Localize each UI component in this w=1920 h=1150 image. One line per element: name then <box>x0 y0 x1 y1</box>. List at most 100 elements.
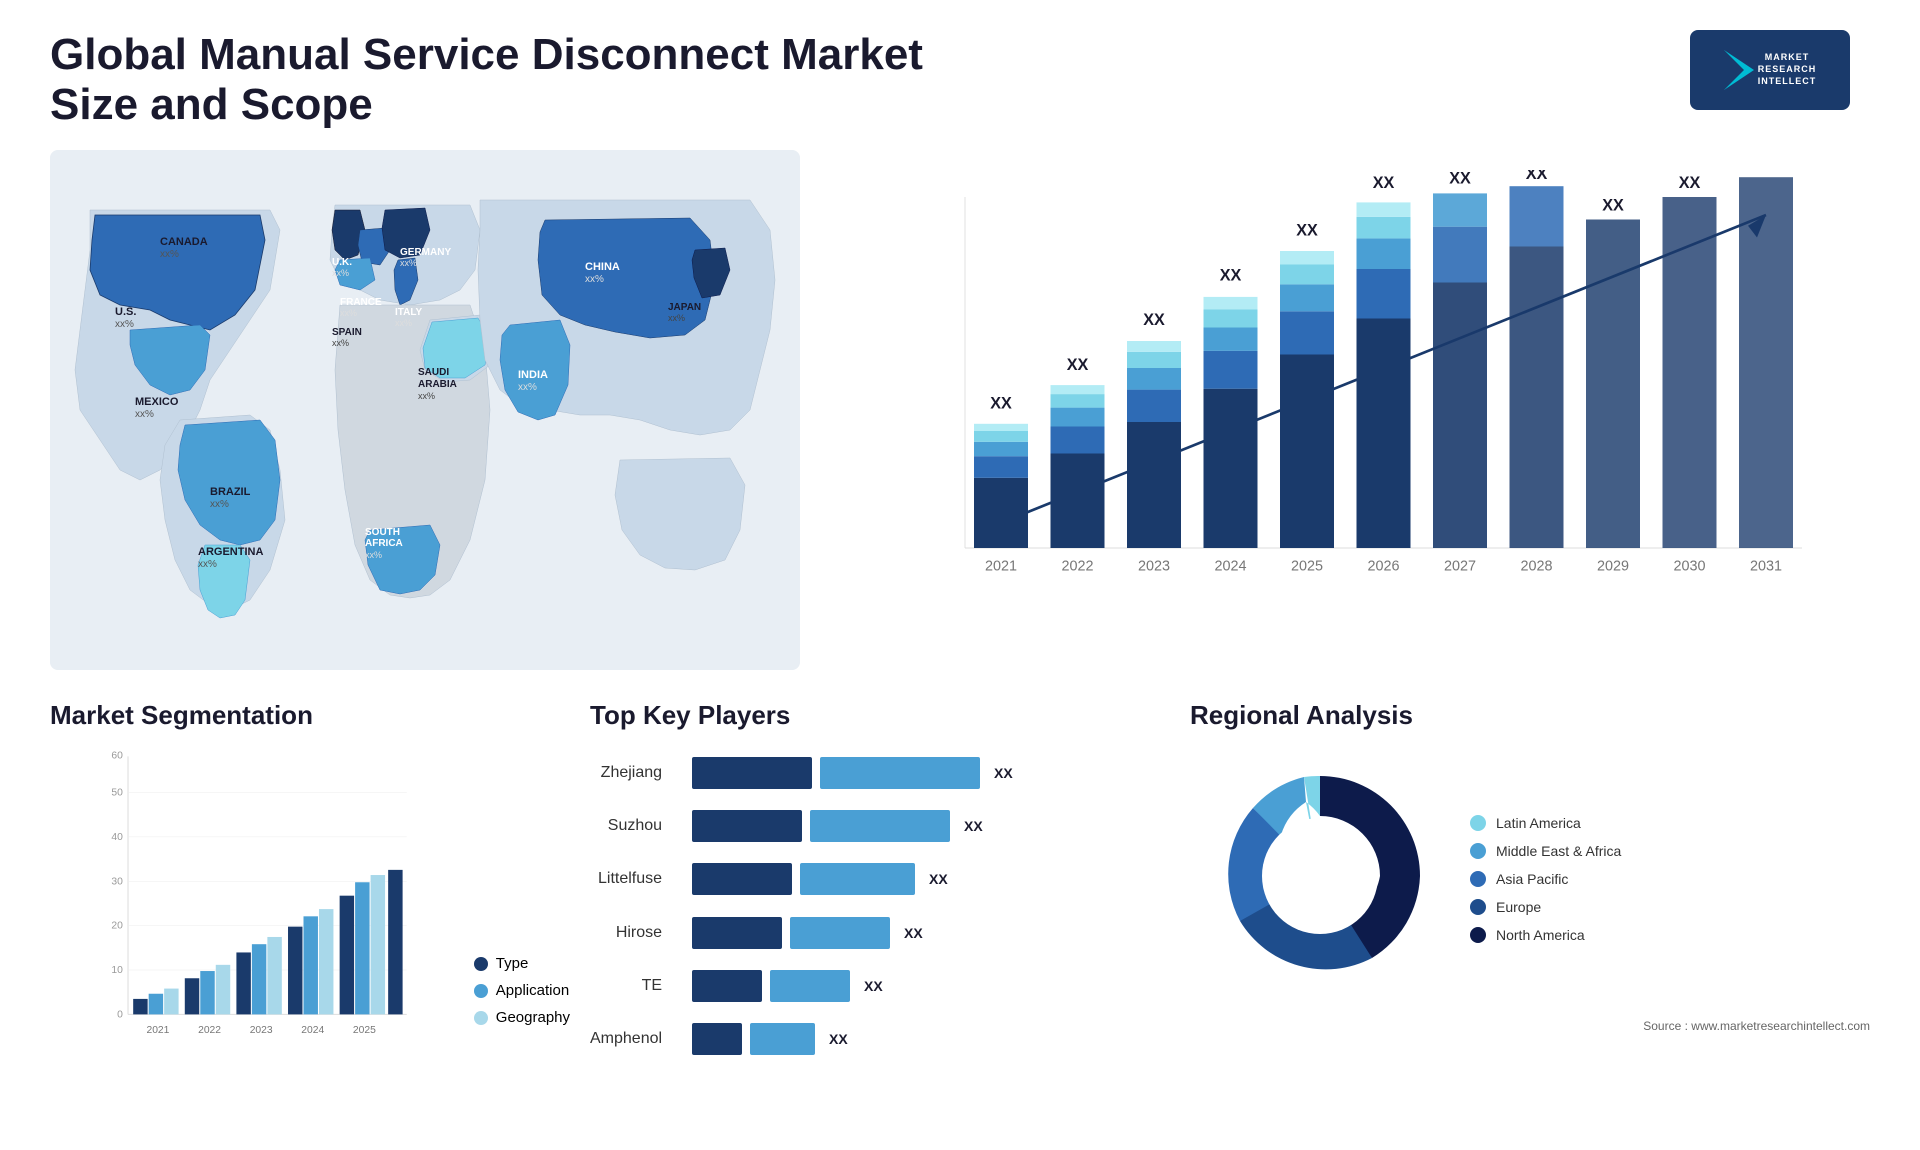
donut-chart <box>1190 746 1450 1011</box>
svg-text:2025: 2025 <box>1291 559 1323 575</box>
svg-text:SOUTH: SOUTH <box>365 527 400 538</box>
svg-text:SAUDI: SAUDI <box>418 367 449 378</box>
player-bar-light-4 <box>770 970 850 1002</box>
player-bar-dark-3 <box>692 917 782 949</box>
legend-latin-america: Latin America <box>1470 815 1621 831</box>
player-hirose: Hirose <box>590 924 662 942</box>
svg-text:xx%: xx% <box>418 391 435 401</box>
player-zhejiang: Zhejiang <box>590 764 662 782</box>
player-value-1: XX <box>964 818 983 834</box>
svg-text:MEXICO: MEXICO <box>135 396 179 408</box>
player-te: TE <box>590 977 662 995</box>
key-players-title: Top Key Players <box>590 700 1170 731</box>
legend-application-label: Application <box>496 982 569 999</box>
segmentation-title: Market Segmentation <box>50 700 570 731</box>
segmentation-legend: Type Application Geography <box>474 955 570 1066</box>
segmentation-section: Market Segmentation 0 <box>50 700 570 1120</box>
player-value-2: XX <box>929 871 948 887</box>
svg-text:2023: 2023 <box>1138 559 1170 575</box>
svg-text:XX: XX <box>1067 356 1089 374</box>
svg-text:U.K.: U.K. <box>332 257 352 268</box>
regional-content: Latin America Middle East & Africa Asia … <box>1190 746 1870 1011</box>
svg-text:2027: 2027 <box>1444 559 1476 575</box>
legend-type-dot <box>474 957 488 971</box>
page: Global Manual Service Disconnect Market … <box>0 0 1920 1150</box>
segmentation-chart-area: 0 10 20 30 40 50 60 2021 <box>50 746 570 1066</box>
legend-europe-label: Europe <box>1496 899 1541 915</box>
players-names: Zhejiang Suzhou Littelfuse Hirose TE Amp… <box>590 746 662 1066</box>
player-littelfuse: Littelfuse <box>590 870 662 888</box>
svg-text:CANADA: CANADA <box>160 236 208 248</box>
player-bar-dark-0 <box>692 757 812 789</box>
player-value-3: XX <box>904 925 923 941</box>
player-amphenol: Amphenol <box>590 1030 662 1048</box>
svg-text:XX: XX <box>1754 170 1778 174</box>
player-bar-light-5 <box>750 1023 815 1055</box>
player-bar-row-0: XX <box>692 757 1170 789</box>
header: Global Manual Service Disconnect Market … <box>50 30 1870 130</box>
svg-text:2031: 2031 <box>1750 559 1782 575</box>
legend-application: Application <box>474 982 570 999</box>
svg-text:SPAIN: SPAIN <box>332 327 362 338</box>
svg-text:FRANCE: FRANCE <box>340 297 382 308</box>
svg-text:xx%: xx% <box>115 319 134 330</box>
regional-section: Regional Analysis <box>1190 700 1870 1120</box>
player-value-0: XX <box>994 765 1013 781</box>
player-bar-light-3 <box>790 917 890 949</box>
legend-geography: Geography <box>474 1009 570 1026</box>
player-bar-dark-1 <box>692 810 802 842</box>
logo-line3: INTELLECT <box>1758 76 1817 88</box>
svg-text:AFRICA: AFRICA <box>365 538 403 549</box>
svg-text:xx%: xx% <box>210 499 229 510</box>
player-bar-light-2 <box>800 863 915 895</box>
svg-text:xx%: xx% <box>340 308 357 318</box>
legend-latin-dot <box>1470 815 1486 831</box>
svg-text:XX: XX <box>1526 170 1548 183</box>
svg-text:U.S.: U.S. <box>115 306 136 318</box>
legend-middle-east: Middle East & Africa <box>1470 843 1621 859</box>
player-value-4: XX <box>864 978 883 994</box>
svg-text:xx%: xx% <box>668 313 685 323</box>
svg-text:xx%: xx% <box>332 338 349 348</box>
top-section: CANADA xx% U.S. xx% MEXICO xx% BRAZIL xx… <box>50 150 1870 670</box>
legend-asia-pacific: Asia Pacific <box>1470 871 1621 887</box>
logo-line1: MARKET <box>1758 52 1817 64</box>
svg-text:xx%: xx% <box>585 274 604 285</box>
svg-text:2024: 2024 <box>1214 559 1246 575</box>
svg-text:2026: 2026 <box>1367 559 1399 575</box>
legend-europe: Europe <box>1470 899 1621 915</box>
svg-text:GERMANY: GERMANY <box>400 247 451 258</box>
key-players-section: Top Key Players Zhejiang Suzhou Littelfu… <box>590 700 1170 1120</box>
legend-mideast-label: Middle East & Africa <box>1496 843 1621 859</box>
logo-line2: RESEARCH <box>1758 64 1817 76</box>
world-map: CANADA xx% U.S. xx% MEXICO xx% BRAZIL xx… <box>50 150 800 670</box>
svg-text:xx%: xx% <box>198 559 217 570</box>
player-bar-row-4: XX <box>692 970 1170 1002</box>
player-suzhou: Suzhou <box>590 817 662 835</box>
svg-text:CHINA: CHINA <box>585 261 620 273</box>
svg-text:xx%: xx% <box>518 382 537 393</box>
logo-area: MARKET RESEARCH INTELLECT <box>1690 30 1850 110</box>
player-value-5: XX <box>829 1031 848 1047</box>
svg-text:2021: 2021 <box>985 559 1017 575</box>
svg-text:2022: 2022 <box>198 1025 221 1036</box>
player-bar-dark-4 <box>692 970 762 1002</box>
players-bars-area: XX XX XX <box>692 746 1170 1066</box>
legend-geography-label: Geography <box>496 1009 570 1026</box>
svg-text:0: 0 <box>117 1009 123 1020</box>
svg-text:xx%: xx% <box>135 409 154 420</box>
legend-mideast-dot <box>1470 843 1486 859</box>
svg-text:20: 20 <box>111 921 123 932</box>
segmentation-chart: 0 10 20 30 40 50 60 2021 <box>50 746 454 1066</box>
legend-type: Type <box>474 955 570 972</box>
legend-application-dot <box>474 984 488 998</box>
svg-text:2023: 2023 <box>250 1025 273 1036</box>
legend-na-label: North America <box>1496 927 1585 943</box>
svg-text:XX: XX <box>990 395 1012 413</box>
growth-chart: XX XX XX XX <box>830 150 1870 670</box>
svg-text:40: 40 <box>111 832 123 843</box>
svg-text:ARABIA: ARABIA <box>418 379 457 390</box>
bottom-section: Market Segmentation 0 <box>50 700 1870 1120</box>
svg-text:2024: 2024 <box>301 1025 324 1036</box>
svg-text:XX: XX <box>1143 311 1165 329</box>
